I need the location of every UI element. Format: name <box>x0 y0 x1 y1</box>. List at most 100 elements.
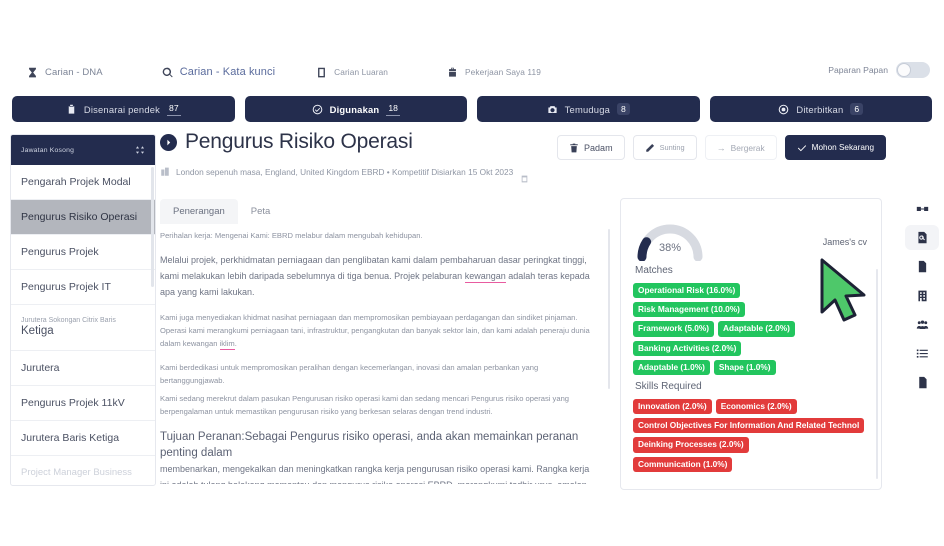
glasses-icon[interactable] <box>905 196 939 221</box>
job-detail-panel: Pengurus Risiko Operasi London sepenuh m… <box>160 130 620 484</box>
description-paragraph: Kami sedang merekrut dalam pasukan Pengu… <box>160 393 570 416</box>
delete-button[interactable]: Padam <box>557 135 625 160</box>
desc-text: . <box>234 339 237 349</box>
job-list-item[interactable]: Jurutera Sokongan Citrix Baris Ketiga <box>11 305 155 351</box>
board-view-toggle[interactable]: Paparan Papan <box>828 62 930 78</box>
job-item-label-top: Jurutera Sokongan Citrix Baris <box>21 316 116 324</box>
stat-button-bar: Disenarai pendek 87 Digunakan 18 Temudug… <box>12 96 932 122</box>
delete-button-label: Padam <box>584 142 613 153</box>
list-icon[interactable] <box>905 341 939 366</box>
job-list-item[interactable]: Pengurus Projek IT <box>11 270 155 305</box>
cv-name-label: James's cv <box>822 237 867 247</box>
job-list-item[interactable]: Pengurus Projek <box>11 235 155 270</box>
stat-button-used[interactable]: Digunakan 18 <box>244 96 467 122</box>
stat-label-used: Digunakan <box>329 103 380 115</box>
search-icon <box>161 66 174 79</box>
match-tag[interactable]: Risk Management (10.0%) <box>633 302 745 318</box>
job-list-item[interactable]: Jurutera Baris Ketiga <box>11 421 155 456</box>
document-icon[interactable] <box>905 254 939 279</box>
stat-count-used: 18 <box>386 102 400 116</box>
match-tag[interactable]: Shape (1.0%) <box>713 359 776 375</box>
sort-updown-icon[interactable] <box>135 145 145 155</box>
apply-now-button[interactable]: Mohon Sekarang <box>784 135 886 160</box>
desc-link-iklim[interactable]: iklim <box>219 339 235 351</box>
stat-count-shortlisted: 87 <box>167 102 181 116</box>
match-card-scrollbar[interactable] <box>876 269 878 479</box>
stat-button-shortlisted[interactable]: Disenarai pendek 87 <box>12 96 235 122</box>
job-list-panel: Jawatan Kosong Pengarah Projek Modal Pen… <box>10 134 156 486</box>
skill-required-tag[interactable]: Innovation (2.0%) <box>633 398 712 415</box>
job-action-buttons: Padam Sunting → Bergerak Mohon Sekarang <box>557 135 886 160</box>
cv-match-card: 38% James's cv Matches Operational Risk … <box>620 198 882 490</box>
stat-button-published[interactable]: Diterbitkan 6 <box>709 96 932 122</box>
job-list-item[interactable]: Jurutera <box>11 351 155 386</box>
job-item-label: Pengurus Projek <box>21 245 99 258</box>
job-list-item[interactable]: Pengurus Projek 11kV <box>11 386 155 421</box>
nav-item-carian-dna[interactable]: Carian - DNA <box>26 66 103 79</box>
file-icon[interactable] <box>905 370 939 395</box>
match-tag[interactable]: Adaptable (1.0%) <box>633 359 710 375</box>
tab-penerangan[interactable]: Penerangan <box>160 199 238 224</box>
app-root: Carian - DNA Carian - Kata kunci Carian … <box>0 0 944 546</box>
job-list-body: Pengarah Projek Modal Pengurus Risiko Op… <box>11 165 155 485</box>
tab-peta[interactable]: Peta <box>238 199 284 224</box>
nav-item-carian-luaran[interactable]: Carian Luaran <box>315 66 388 79</box>
match-tag[interactable]: Banking Activities (2.0%) <box>633 340 742 356</box>
match-tag[interactable]: Framework (5.0%) <box>633 321 715 337</box>
building-icon[interactable] <box>905 283 939 308</box>
nav-label-carian-dna: Carian - DNA <box>45 66 103 78</box>
job-list-item[interactable]: Pengarah Projek Modal <box>11 165 155 200</box>
job-meta-row: London sepenuh masa, England, United Kin… <box>160 167 620 177</box>
book-icon <box>315 66 328 79</box>
stat-count-published: 6 <box>850 102 864 116</box>
nav-item-carian-kata-kunci[interactable]: Carian - Kata kunci <box>161 66 275 79</box>
job-list-item[interactable]: Project Manager Business <box>11 456 155 485</box>
calendar-icon <box>520 174 529 184</box>
matches-tag-row: Banking Activities (2.0%) <box>621 340 881 356</box>
nav-label-carian-luaran: Carian Luaran <box>334 67 389 77</box>
matches-section-label: Matches <box>635 265 673 276</box>
people-icon[interactable] <box>905 312 939 337</box>
job-item-label: Jurutera Baris Ketiga <box>21 431 120 444</box>
building-icon <box>160 167 170 177</box>
skill-required-tag[interactable]: Deinking Processes (2.0%) <box>633 437 749 453</box>
skill-required-tag[interactable]: Economics (2.0%) <box>715 398 797 415</box>
match-tag[interactable]: Operational Risk (16.0%) <box>633 283 741 299</box>
match-score-gauge: 38% <box>633 215 707 261</box>
job-list-item-selected[interactable]: Pengurus Risiko Operasi <box>11 200 155 235</box>
job-list-scrollbar[interactable] <box>151 167 154 287</box>
desc-link-kewangan[interactable]: kewangan <box>464 270 506 283</box>
job-item-label: Pengarah Projek Modal <box>21 175 131 188</box>
nav-label-carian-kata-kunci: Carian - Kata kunci <box>179 66 276 78</box>
description-paragraph: Melalui projek, perkhidmatan perniagaan … <box>160 253 600 300</box>
stat-label-shortlisted: Disenarai pendek <box>83 103 161 115</box>
check-icon <box>797 143 807 153</box>
matches-tag-row: Operational Risk (16.0%) <box>621 283 881 299</box>
matches-tag-row: Framework (5.0%) Adaptable (2.0%) <box>621 321 881 337</box>
nav-item-pekerjaan-saya[interactable]: Pekerjaan Saya 119 <box>446 66 541 79</box>
document-search-icon[interactable] <box>905 225 939 250</box>
skills-required-tag-row: Deinking Processes (2.0%) <box>621 437 881 453</box>
skills-required-tag-row: Control Objectives For Information And R… <box>621 418 881 434</box>
pencil-icon <box>645 143 655 153</box>
skill-required-tag[interactable]: Communication (1.0%) <box>633 456 733 472</box>
job-description[interactable]: Perihalan kerja: Mengenai Kami: EBRD mel… <box>160 229 610 484</box>
page-title: Pengurus Risiko Operasi <box>185 130 413 153</box>
toggle-switch[interactable] <box>896 62 930 78</box>
description-paragraph: Kami juga menyediakan khidmat nasihat pe… <box>160 311 600 351</box>
trash-icon <box>569 143 579 153</box>
stat-button-interview[interactable]: Temuduga 8 <box>477 96 700 122</box>
match-tag[interactable]: Adaptable (2.0%) <box>718 321 795 337</box>
description-paragraph: membenarkan, mengekalkan dan meningkatka… <box>160 463 590 484</box>
move-button-label: Bergerak <box>730 142 765 153</box>
edit-button[interactable]: Sunting <box>632 135 697 160</box>
nav-label-pekerjaan-saya: Pekerjaan Saya 119 <box>465 67 541 77</box>
job-item-label-bottom: Ketiga <box>21 324 54 337</box>
match-card-top: 38% James's cv <box>621 199 881 265</box>
move-button[interactable]: → Bergerak <box>704 135 777 160</box>
chevron-right-circle-icon <box>160 133 177 151</box>
description-scrollbar[interactable] <box>608 229 610 389</box>
skill-required-tag[interactable]: Control Objectives For Information And R… <box>633 418 865 434</box>
job-item-label: Pengurus Projek 11kV <box>21 396 125 409</box>
clipboard-icon <box>66 104 77 115</box>
